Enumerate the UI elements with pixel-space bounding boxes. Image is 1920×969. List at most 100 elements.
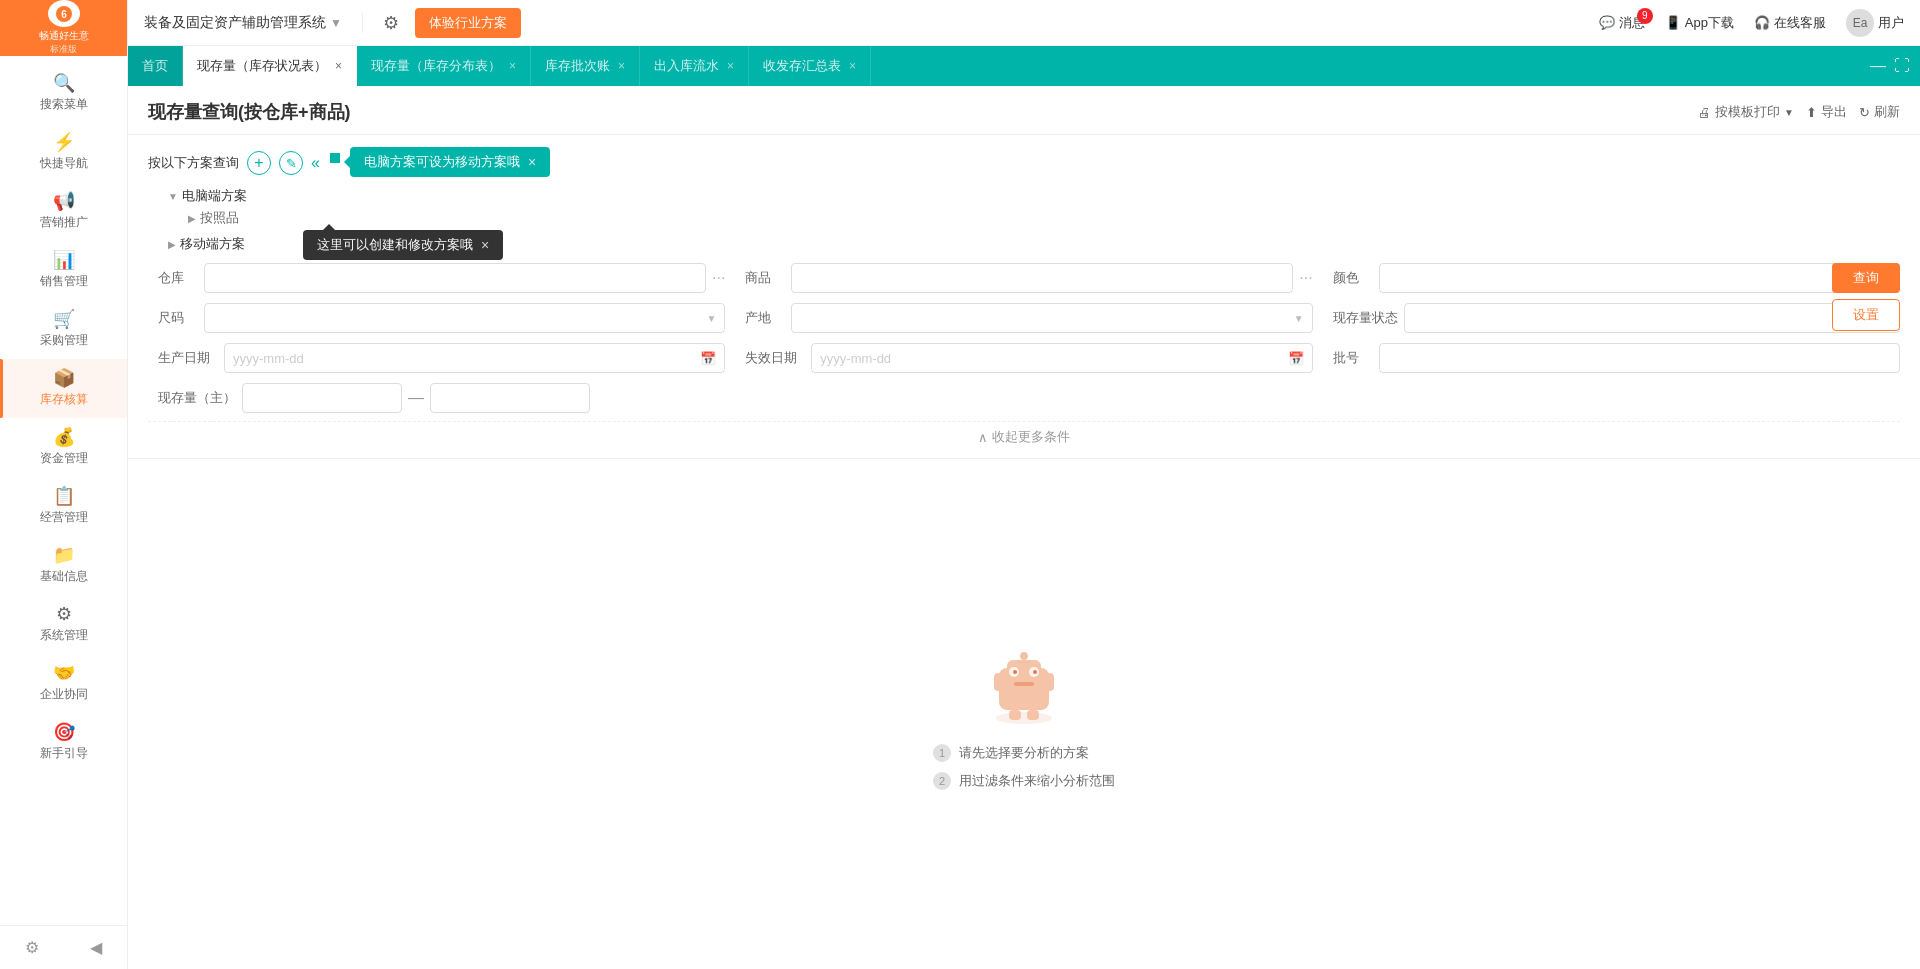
add-scheme-btn[interactable]: + <box>247 151 271 175</box>
app-version: 标准版 <box>50 43 77 56</box>
stock-qty-max-input[interactable] <box>430 383 590 413</box>
produce-date-input[interactable]: yyyy-mm-dd 📅 <box>224 343 725 373</box>
empty-hint-1: 1 请先选择要分析的方案 <box>933 744 1115 762</box>
mobile-scheme-arrow: ▶ <box>168 239 176 250</box>
sidebar-item-newbie[interactable]: 🎯 新手引导 <box>0 713 127 772</box>
tab-batch-close[interactable]: × <box>618 59 625 73</box>
topbar-settings-icon[interactable]: ⚙ <box>383 12 399 34</box>
edit-scheme-btn[interactable]: ✎ <box>279 151 303 175</box>
origin-select[interactable]: ▼ <box>791 303 1312 333</box>
print-label: 按模板打印 <box>1715 103 1780 121</box>
search-button[interactable]: 查询 <box>1832 263 1900 293</box>
sidebar-label-enterprise: 企业协同 <box>40 686 88 703</box>
print-dropdown-icon: ▼ <box>1784 107 1794 118</box>
tabbar: 首页 现存量（库存状况表） × 现存量（库存分布表） × 库存批次账 × 出入库… <box>128 46 1920 86</box>
tab-flow[interactable]: 出入库流水 × <box>640 46 749 86</box>
color-select[interactable]: ▼ <box>1379 263 1900 293</box>
warehouse-input[interactable] <box>204 263 706 293</box>
collapse-up-icon: ∧ <box>978 430 988 445</box>
online-service-btn[interactable]: 🎧 在线客服 <box>1754 14 1826 32</box>
produce-date-placeholder: yyyy-mm-dd <box>233 351 304 366</box>
tab-summary-close[interactable]: × <box>849 59 856 73</box>
edit-tooltip-close[interactable]: × <box>481 237 489 253</box>
expire-date-field: 失效日期 yyyy-mm-dd 📅 <box>745 343 1312 373</box>
tab-summary[interactable]: 收发存汇总表 × <box>749 46 871 86</box>
tab-flow-close[interactable]: × <box>727 59 734 73</box>
tab-stock-status[interactable]: 现存量（库存状况表） × <box>183 46 357 86</box>
user-area[interactable]: Ea 用户 <box>1846 9 1904 37</box>
filter-area: 按以下方案查询 + ✎ « 电脑方案可设为移动方案哦 × <box>128 135 1920 459</box>
sidebar-item-finance[interactable]: 💰 资金管理 <box>0 418 127 477</box>
sidebar-item-quick-nav[interactable]: ⚡ 快捷导航 <box>0 123 127 182</box>
sidebar-label-basic: 基础信息 <box>40 568 88 585</box>
tab-stock-status-close[interactable]: × <box>335 59 342 73</box>
sidebar-item-basic[interactable]: 📁 基础信息 <box>0 536 127 595</box>
size-select[interactable]: ▼ <box>204 303 725 333</box>
batch-field: 批号 <box>1333 343 1900 373</box>
expire-date-input[interactable]: yyyy-mm-dd 📅 <box>811 343 1312 373</box>
sidebar-item-marketing[interactable]: 📢 营销推广 <box>0 182 127 241</box>
collapse-button[interactable]: ∧ 收起更多条件 <box>978 428 1070 446</box>
tab-minimize-btn[interactable]: — <box>1870 57 1886 75</box>
svg-point-7 <box>1013 670 1017 674</box>
sidebar-item-operation[interactable]: 📋 经营管理 <box>0 477 127 536</box>
tab-maximize-btn[interactable]: ⛶ <box>1894 57 1910 75</box>
desktop-scheme-sub-item[interactable]: ▶ 按照品 <box>188 207 1900 229</box>
topbar: 装备及固定资产辅助管理系统 ▼ ⚙ 体验行业方案 💬 消息 9 📱 App下载 … <box>128 0 1920 46</box>
sidebar-label-purchase: 采购管理 <box>40 332 88 349</box>
enterprise-icon: 🤝 <box>53 664 75 682</box>
print-btn[interactable]: 🖨 按模板打印 ▼ <box>1698 103 1794 121</box>
stock-qty-min-input[interactable] <box>242 383 402 413</box>
desktop-scheme-item[interactable]: ▼ 电脑端方案 <box>168 185 1900 207</box>
scheme-tooltip-close[interactable]: × <box>528 154 536 170</box>
tab-batch-label: 库存批次账 <box>545 57 610 75</box>
sidebar-item-search-menu[interactable]: 🔍 搜索菜单 <box>0 64 127 123</box>
edit-tooltip-text: 这里可以创建和修改方案哦 <box>317 236 473 254</box>
sidebar-item-purchase[interactable]: 🛒 采购管理 <box>0 300 127 359</box>
size-dropdown-icon: ▼ <box>706 313 716 324</box>
system-icon: ⚙ <box>56 605 72 623</box>
tab-home[interactable]: 首页 <box>128 46 183 86</box>
expire-date-label: 失效日期 <box>745 349 805 367</box>
message-btn[interactable]: 💬 消息 9 <box>1599 14 1645 32</box>
warehouse-dots[interactable]: ··· <box>712 269 725 287</box>
product-input[interactable] <box>791 263 1293 293</box>
message-badge: 9 <box>1637 8 1653 24</box>
hint-2-num: 2 <box>933 772 951 790</box>
app-logo[interactable]: 6 畅通好生意 标准版 <box>0 0 127 56</box>
hint-1-text: 请先选择要分析的方案 <box>959 744 1089 762</box>
sidebar-label-finance: 资金管理 <box>40 450 88 467</box>
stock-qty-separator: — <box>408 389 424 407</box>
tab-batch[interactable]: 库存批次账 × <box>531 46 640 86</box>
sidebar-label-operation: 经营管理 <box>40 509 88 526</box>
desktop-scheme-label: 电脑端方案 <box>182 187 247 205</box>
sidebar-item-inventory[interactable]: 📦 库存核算 <box>0 359 127 418</box>
product-label: 商品 <box>745 269 785 287</box>
logo-svg: 6 <box>54 4 74 24</box>
batch-input[interactable] <box>1379 343 1900 373</box>
tab-stock-dist[interactable]: 现存量（库存分布表） × <box>357 46 531 86</box>
sales-icon: 📊 <box>53 251 75 269</box>
sidebar-item-sales[interactable]: 📊 销售管理 <box>0 241 127 300</box>
reset-button[interactable]: 设置 <box>1832 299 1900 331</box>
trial-button[interactable]: 体验行业方案 <box>415 8 521 38</box>
search-buttons: 查询 设置 <box>1832 263 1900 331</box>
product-dots[interactable]: ··· <box>1299 269 1312 287</box>
collapse-label: 收起更多条件 <box>992 428 1070 446</box>
system-selector[interactable]: 装备及固定资产辅助管理系统 ▼ <box>144 14 342 32</box>
back-scheme-btn[interactable]: « <box>311 154 320 172</box>
inventory-icon: 📦 <box>53 369 75 387</box>
stock-status-select[interactable]: ▼ <box>1404 303 1900 333</box>
page-content: 现存量查询(按仓库+商品) 🖨 按模板打印 ▼ ⬆ 导出 ↻ 刷新 <box>128 86 1920 969</box>
tab-stock-dist-close[interactable]: × <box>509 59 516 73</box>
export-btn[interactable]: ⬆ 导出 <box>1806 103 1847 121</box>
sidebar-settings-icon[interactable]: ⚙ <box>25 938 39 957</box>
scheme-tooltip: 电脑方案可设为移动方案哦 × <box>350 147 550 177</box>
sidebar-item-enterprise[interactable]: 🤝 企业协同 <box>0 654 127 713</box>
sidebar-bottom: ⚙ ◀ <box>0 925 127 969</box>
app-download-btn[interactable]: 📱 App下载 <box>1665 14 1734 32</box>
sub-item-arrow: ▶ <box>188 213 196 224</box>
refresh-btn[interactable]: ↻ 刷新 <box>1859 103 1900 121</box>
sidebar-item-system[interactable]: ⚙ 系统管理 <box>0 595 127 654</box>
sidebar-collapse-icon[interactable]: ◀ <box>90 938 102 957</box>
